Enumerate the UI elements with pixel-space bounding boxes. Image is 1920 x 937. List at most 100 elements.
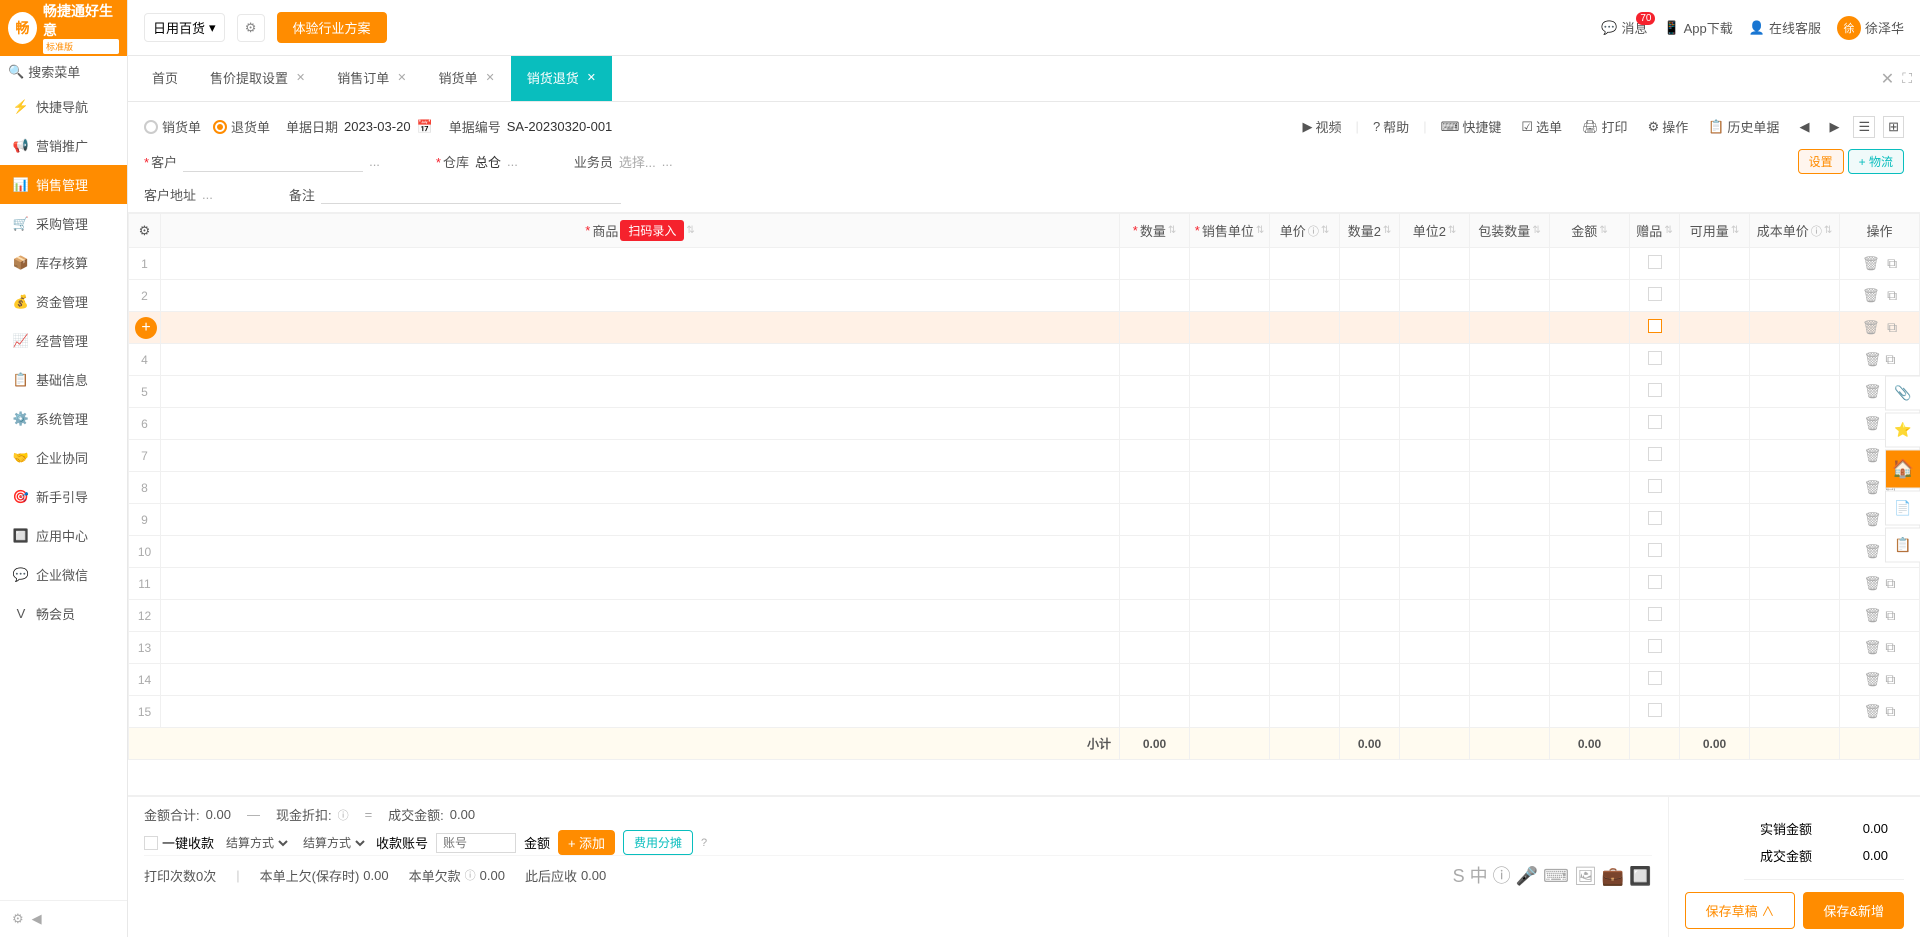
qty2-cell[interactable] (1340, 248, 1400, 280)
app-download-btn[interactable]: 📱 App下载 (1663, 18, 1732, 37)
gift-checkbox[interactable] (1648, 255, 1662, 269)
tab-close-icon[interactable]: ✕ (587, 71, 596, 84)
delete-row-btn[interactable]: 🗑 (1864, 671, 1882, 687)
delete-row-btn[interactable]: 🗑 (1864, 703, 1882, 719)
delete-row-btn[interactable]: 🗑 (1864, 447, 1882, 463)
gift-checkbox[interactable] (1648, 383, 1662, 397)
video-btn[interactable]: ▶ 视频 (1297, 114, 1348, 139)
save-draft-button[interactable]: 保存草稿 ∧ (1685, 892, 1796, 929)
user-profile-btn[interactable]: 徐 徐泽华 (1837, 16, 1904, 40)
gift-checkbox[interactable] (1648, 447, 1662, 461)
float-btn-4[interactable]: 📄 (1885, 490, 1920, 525)
product-cell[interactable] (161, 280, 1120, 312)
amount-cell[interactable] (1550, 312, 1630, 344)
price-cell[interactable] (1270, 248, 1340, 280)
tab-close-icon[interactable]: ✕ (296, 71, 305, 84)
pay-checkbox[interactable] (144, 836, 158, 850)
customer-input[interactable] (183, 152, 363, 172)
customer-dots[interactable]: ... (369, 154, 380, 169)
copy-row-btn[interactable]: ⧉ (1885, 703, 1895, 719)
price-cell[interactable] (1270, 312, 1340, 344)
tab-close-icon[interactable]: ✕ (397, 71, 406, 84)
account-input[interactable] (436, 833, 516, 853)
sidebar-item-purchase[interactable]: 🛒 采购管理 (0, 204, 127, 243)
list-view-icon[interactable]: ☰ (1853, 116, 1875, 138)
delete-row-btn[interactable]: 🗑 (1864, 607, 1882, 623)
copy-row-btn[interactable]: ⧉ (1885, 639, 1895, 655)
tab-sales-return[interactable]: 销货退货 ✕ (511, 56, 612, 101)
col-settings[interactable]: ⚙ (129, 214, 161, 248)
unit2-cell[interactable] (1400, 312, 1470, 344)
delete-row-btn[interactable]: 🗑 (1864, 479, 1882, 495)
gift-checkbox[interactable] (1648, 287, 1662, 301)
warehouse-dots[interactable]: ... (507, 154, 518, 169)
operation-btn[interactable]: ⚙ 操作 (1642, 114, 1695, 139)
amount-cell[interactable] (1550, 248, 1630, 280)
unit2-cell[interactable] (1400, 280, 1470, 312)
address-dots[interactable]: ... (202, 187, 213, 202)
save-new-button[interactable]: 保存&新增 (1803, 892, 1904, 929)
delete-row-btn[interactable]: 🗑 (1864, 383, 1882, 399)
gift-checkbox[interactable] (1648, 703, 1662, 717)
header-settings-btn[interactable]: ⚙ (237, 14, 265, 42)
gift-checkbox[interactable] (1648, 479, 1662, 493)
copy-row-btn[interactable]: ⧉ (1885, 351, 1895, 367)
radio-return[interactable]: 退货单 (213, 117, 270, 136)
search-menu[interactable]: 🔍 搜索菜单 (0, 56, 127, 87)
qty-cell[interactable] (1120, 312, 1190, 344)
add-payment-button[interactable]: + 添加 (558, 830, 615, 855)
copy-row-btn[interactable]: ⧉ (1887, 287, 1897, 303)
logistics-button[interactable]: + 物流 (1848, 149, 1904, 174)
sidebar-item-marketing[interactable]: 📢 营销推广 (0, 126, 127, 165)
gift-cell[interactable] (1630, 312, 1680, 344)
sidebar-item-finance[interactable]: 💰 资金管理 (0, 282, 127, 321)
pkgqty-cell[interactable] (1470, 312, 1550, 344)
delete-row-btn[interactable]: 🗑 (1864, 511, 1882, 527)
delete-row-btn[interactable]: 🗑 (1862, 287, 1880, 303)
staff-dots[interactable]: ... (662, 154, 673, 169)
sidebar-item-apps[interactable]: 🔲 应用中心 (0, 516, 127, 555)
tab-sales-delivery[interactable]: 销货单 ✕ (422, 56, 510, 101)
avail-cell[interactable] (1680, 248, 1750, 280)
radio-sales[interactable]: 销货单 (144, 117, 201, 136)
online-service-btn[interactable]: 👤 在线客服 (1749, 18, 1821, 37)
sidebar-item-operation[interactable]: 📈 经营管理 (0, 321, 127, 360)
copy-row-btn[interactable]: ⧉ (1887, 319, 1897, 335)
gift-checkbox[interactable] (1648, 575, 1662, 589)
gift-checkbox[interactable] (1648, 351, 1662, 365)
unit-cell[interactable] (1190, 280, 1270, 312)
select-btn[interactable]: ☑ 选单 (1515, 114, 1568, 139)
message-btn[interactable]: 💬 消息 70 (1601, 18, 1647, 37)
fee-split-button[interactable]: 费用分摊 (623, 830, 693, 855)
one-click-pay-checkbox[interactable]: 一键收款 (144, 833, 214, 852)
product-cell[interactable] (161, 248, 1120, 280)
restore-tab-icon[interactable]: ⛶ (1902, 70, 1912, 87)
gift-checkbox[interactable] (1648, 607, 1662, 621)
float-btn-3[interactable]: 🏠 (1885, 449, 1920, 488)
gift-checkbox[interactable] (1648, 639, 1662, 653)
sidebar-settings-icon[interactable]: ⚙ (12, 911, 24, 927)
sidebar-item-vip[interactable]: V 畅会员 (0, 594, 127, 633)
gift-checkbox[interactable] (1648, 415, 1662, 429)
product-cell-active[interactable] (161, 312, 1120, 344)
delete-row-btn[interactable]: 🗑 (1864, 575, 1882, 591)
sidebar-collapse-icon[interactable]: ◀ (32, 911, 42, 927)
sidebar-item-guide[interactable]: 🎯 新手引导 (0, 477, 127, 516)
sidebar-item-sales[interactable]: 📊 销售管理 (0, 165, 127, 204)
delete-row-btn[interactable]: 🗑 (1864, 639, 1882, 655)
print-btn[interactable]: 🖨 打印 (1576, 114, 1634, 139)
shortcut-btn[interactable]: ⌨ 快捷键 (1435, 114, 1508, 139)
avail-cell[interactable] (1680, 312, 1750, 344)
copy-row-btn[interactable]: ⧉ (1887, 255, 1897, 271)
delete-row-btn[interactable]: 🗑 (1864, 415, 1882, 431)
scan-button[interactable]: 扫码录入 (620, 220, 684, 241)
qty2-cell[interactable] (1340, 312, 1400, 344)
price-cell[interactable] (1270, 280, 1340, 312)
close-tab-icon[interactable]: ✕ (1881, 69, 1894, 89)
gift-cell[interactable] (1630, 248, 1680, 280)
costprice-cell[interactable] (1750, 312, 1840, 344)
copy-row-btn[interactable]: ⧉ (1885, 671, 1895, 687)
delete-row-btn[interactable]: 🗑 (1862, 319, 1880, 335)
grid-view-icon[interactable]: ⊞ (1883, 116, 1904, 138)
settings-button[interactable]: 设置 (1798, 149, 1844, 174)
